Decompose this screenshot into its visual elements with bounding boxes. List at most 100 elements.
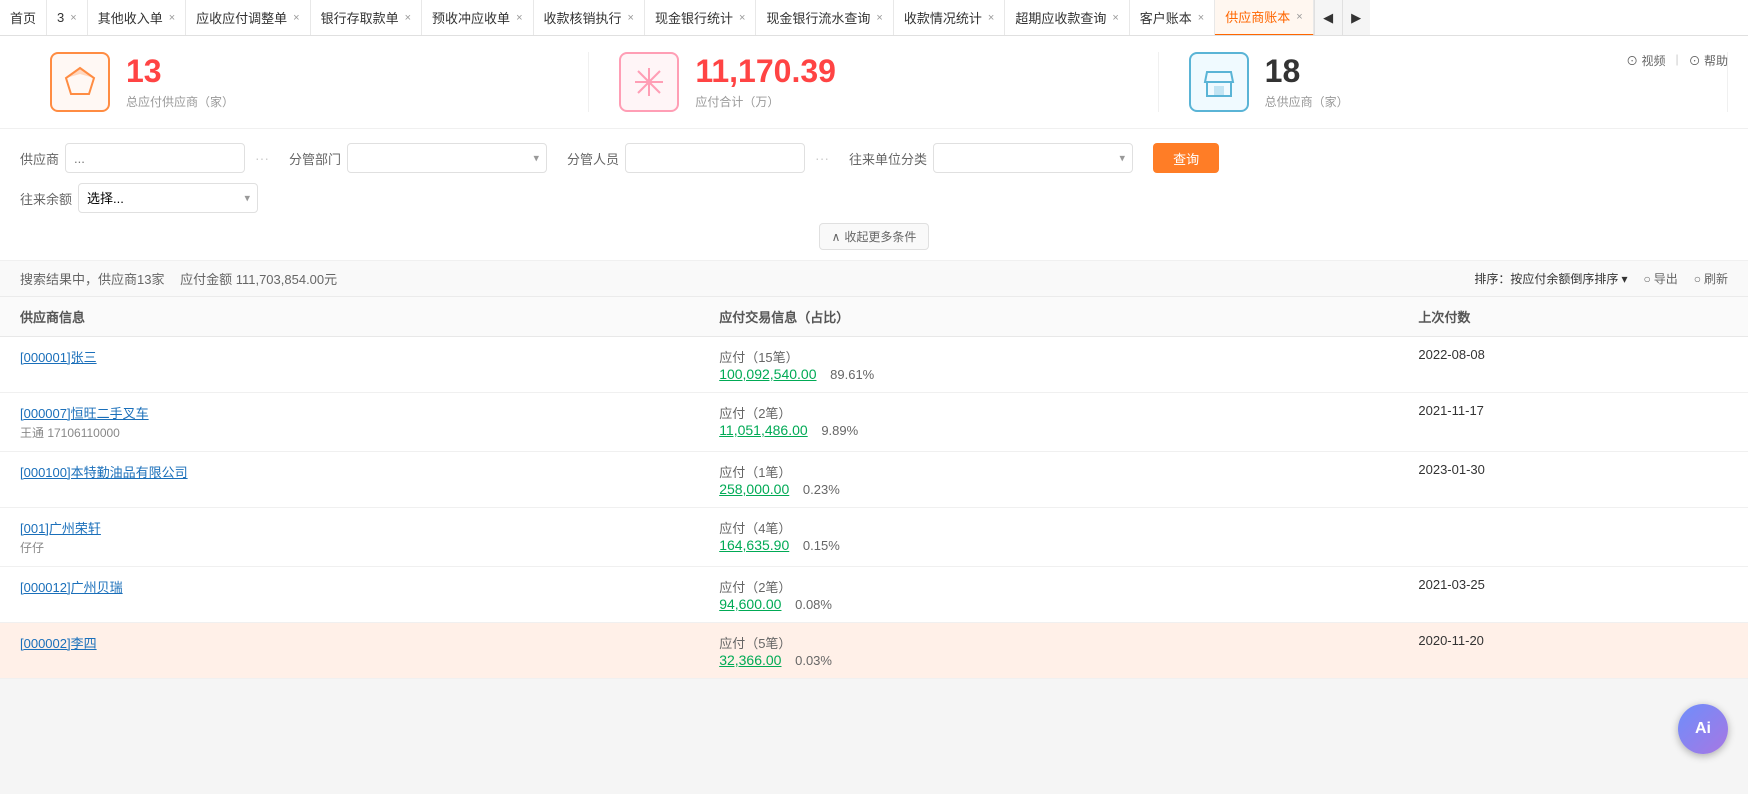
export-icon: ○	[1643, 272, 1650, 286]
nav-arrow-left[interactable]: ◀	[1314, 0, 1342, 36]
nav-tab-cash-bank-stat-label: 现金银行统计	[655, 8, 733, 27]
supplier-info-cell: [000100]本特勤油品有限公司	[0, 452, 699, 508]
tx-amount[interactable]: 164,635.90	[719, 537, 789, 553]
nav-tab-prepayment[interactable]: 预收冲应收单 ×	[422, 0, 533, 36]
card-icon-diamond	[50, 52, 110, 112]
nav-tab-3-close[interactable]: ×	[70, 12, 76, 24]
table-header-row: 供应商信息 应付交易信息（占比） 上次付数	[0, 297, 1748, 337]
supplier-sub: 仔仔	[20, 539, 679, 556]
collapse-button[interactable]: ∧ 收起更多条件	[819, 223, 930, 250]
nav-tab-bank-deposit-close[interactable]: ×	[405, 12, 411, 24]
nav-tab-supplier-ledger[interactable]: 供应商账本 ×	[1215, 0, 1313, 36]
nav-tab-customer-ledger-close[interactable]: ×	[1198, 12, 1204, 24]
ai-button[interactable]: Ai	[1678, 704, 1728, 754]
card-num-1: 13	[126, 54, 234, 89]
nav-tab-customer-ledger[interactable]: 客户账本 ×	[1130, 0, 1215, 36]
collapse-icon: ∧	[832, 230, 841, 244]
supplier-link[interactable]: [000100]本特勤油品有限公司	[20, 465, 188, 480]
supplier-input[interactable]	[65, 143, 245, 173]
tx-percent: 0.03%	[795, 653, 832, 668]
nav-tab-3-label: 3	[57, 10, 64, 25]
supplier-link[interactable]: [000001]张三	[20, 350, 97, 365]
nav-tab-verify-close[interactable]: ×	[628, 12, 634, 24]
supplier-link[interactable]: [000012]广州贝瑞	[20, 580, 123, 595]
collapse-label: 收起更多条件	[844, 228, 916, 245]
card-num-2: 11,170.39	[695, 54, 836, 89]
last-pay-cell: 2022-08-08	[1398, 337, 1748, 393]
sort-button[interactable]: 排序：按应付余额倒序排序 ▾	[1474, 270, 1627, 287]
category-select[interactable]	[933, 143, 1133, 173]
tx-amount[interactable]: 32,366.00	[719, 652, 781, 668]
table-row: [000001]张三 应付（15笔） 100,092,540.00 89.61%…	[0, 337, 1748, 393]
last-pay-date: 2020-11-20	[1418, 633, 1484, 648]
last-pay-cell: 2021-03-25	[1398, 567, 1748, 623]
video-label: 视频	[1641, 54, 1665, 68]
person-filter-label: 分管人员	[567, 149, 619, 168]
nav-tab-overdue-label: 超期应收款查询	[1015, 8, 1106, 27]
supplier-link[interactable]: [000007]恒旺二手叉车	[20, 406, 149, 421]
last-pay-cell: 2020-11-20	[1398, 623, 1748, 679]
card-label-3: 总供应商（家）	[1265, 93, 1349, 110]
tx-amount[interactable]: 258,000.00	[719, 481, 789, 497]
nav-tab-overdue[interactable]: 超期应收款查询 ×	[1005, 0, 1129, 36]
nav-tab-supplier-ledger-close[interactable]: ×	[1296, 11, 1302, 23]
nav-tab-other-income[interactable]: 其他收入单 ×	[88, 0, 186, 36]
card-label-2: 应付合计（万）	[695, 93, 836, 110]
sort-icon: ▾	[1621, 272, 1627, 286]
nav-tab-home[interactable]: 首页	[0, 0, 47, 36]
balance-select[interactable]: 选择...	[78, 183, 258, 213]
supplier-link[interactable]: [001]广州荣轩	[20, 521, 101, 536]
nav-tab-bank-deposit[interactable]: 银行存取款单 ×	[311, 0, 422, 36]
tx-amount[interactable]: 100,092,540.00	[719, 366, 816, 382]
transaction-info-cell: 应付（1笔） 258,000.00 0.23%	[699, 452, 1398, 508]
person-dots[interactable]: ···	[815, 150, 829, 166]
supplier-dots[interactable]: ···	[255, 150, 269, 166]
transaction-info-cell: 应付（4笔） 164,635.90 0.15%	[699, 508, 1398, 567]
tx-label: 应付（5笔）	[719, 633, 1378, 652]
nav-tab-overdue-close[interactable]: ×	[1112, 12, 1118, 24]
last-pay-date: 2022-08-08	[1418, 347, 1485, 362]
supplier-info-cell: [000012]广州贝瑞	[0, 567, 699, 623]
nav-tab-cash-bank-stat[interactable]: 现金银行统计 ×	[645, 0, 756, 36]
col-header-supplier: 供应商信息	[0, 297, 699, 337]
nav-tab-collection-stat-close[interactable]: ×	[988, 12, 994, 24]
tx-amount-row: 94,600.00 0.08%	[719, 596, 1378, 612]
nav-tab-3[interactable]: 3 ×	[47, 0, 88, 36]
video-link[interactable]: ⊙ 视频	[1626, 52, 1665, 69]
transaction-info-cell: 应付（2笔） 11,051,486.00 9.89%	[699, 393, 1398, 452]
nav-tab-cash-bank-stat-close[interactable]: ×	[739, 12, 745, 24]
col-header-transaction: 应付交易信息（占比）	[699, 297, 1398, 337]
person-input[interactable]	[625, 143, 805, 173]
nav-arrow-right[interactable]: ▶	[1342, 0, 1370, 36]
nav-tab-prepayment-close[interactable]: ×	[516, 12, 522, 24]
result-text-1: 搜索结果中，供应商13家	[20, 272, 164, 287]
supplier-filter-label: 供应商	[20, 149, 59, 168]
help-link[interactable]: ⊙ 帮助	[1689, 52, 1728, 69]
help-icon: ⊙	[1689, 54, 1701, 68]
nav-tab-ar-adjustment[interactable]: 应收应付调整单 ×	[186, 0, 310, 36]
tx-amount[interactable]: 94,600.00	[719, 596, 781, 612]
last-pay-cell	[1398, 508, 1748, 567]
nav-tab-collection-stat[interactable]: 收款情况统计 ×	[894, 0, 1005, 36]
top-right-links: ⊙ 视频 | ⊙ 帮助	[1626, 52, 1728, 69]
nav-tab-ar-adjustment-close[interactable]: ×	[293, 12, 299, 24]
nav-tab-other-income-label: 其他收入单	[98, 8, 163, 27]
nav-tab-cash-flow[interactable]: 现金银行流水查询 ×	[756, 0, 893, 36]
filter-person: 分管人员 ···	[567, 143, 829, 173]
nav-tab-verify[interactable]: 收款核销执行 ×	[534, 0, 645, 36]
nav-tab-cash-flow-label: 现金银行流水查询	[766, 8, 870, 27]
nav-tab-cash-flow-close[interactable]: ×	[876, 12, 882, 24]
supplier-link[interactable]: [000002]李四	[20, 636, 97, 651]
refresh-button[interactable]: ○ 刷新	[1694, 270, 1728, 287]
dept-select[interactable]	[347, 143, 547, 173]
nav-tab-other-income-close[interactable]: ×	[169, 12, 175, 24]
summary-card-suppliers-payable: 13 总应付供应商（家）	[20, 52, 589, 112]
table-row: [000002]李四 应付（5笔） 32,366.00 0.03% 2020-1…	[0, 623, 1748, 679]
last-pay-cell: 2023-01-30	[1398, 452, 1748, 508]
last-pay-date: 2021-11-17	[1418, 403, 1484, 418]
query-button[interactable]: 查询	[1153, 143, 1219, 173]
table-row: [001]广州荣轩 仔仔 应付（4笔） 164,635.90 0.15%	[0, 508, 1748, 567]
summary-row: 13 总应付供应商（家） 11,170.39 应付合计（万）	[0, 36, 1748, 129]
tx-amount[interactable]: 11,051,486.00	[719, 422, 808, 438]
export-button[interactable]: ○ 导出	[1643, 270, 1677, 287]
